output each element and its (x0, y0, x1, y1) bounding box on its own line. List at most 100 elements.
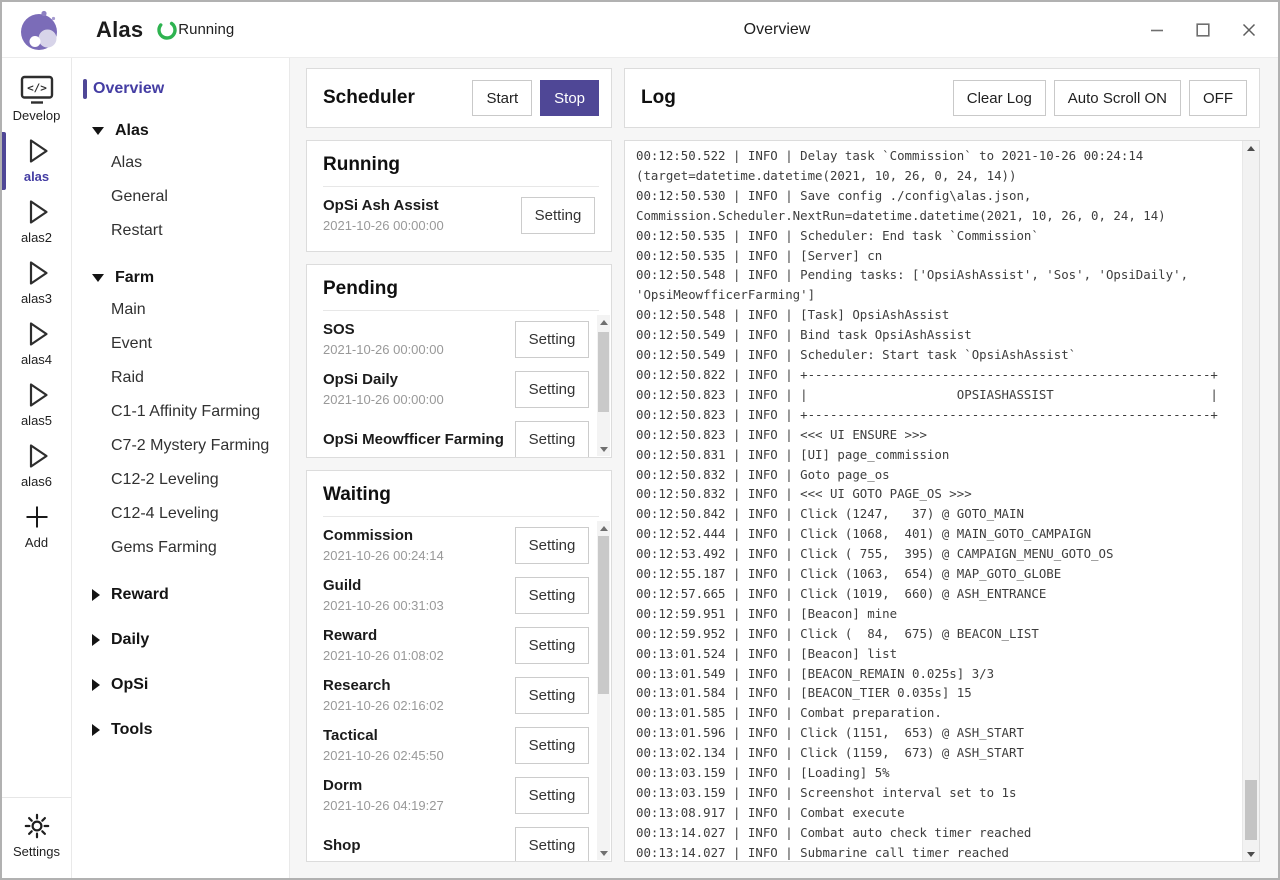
setting-button[interactable]: Setting (521, 197, 595, 234)
nav-group-daily[interactable]: Daily (72, 625, 289, 655)
log-scrollbar[interactable] (1242, 141, 1259, 861)
auto-scroll-off-button[interactable]: OFF (1189, 80, 1247, 116)
clear-log-button[interactable]: Clear Log (953, 80, 1046, 116)
sidebar-item-alas[interactable]: alas (2, 132, 71, 190)
setting-button[interactable]: Setting (515, 677, 589, 714)
play-icon (22, 197, 52, 227)
content: Scheduler Start Stop Running OpSi Ash As… (290, 58, 1278, 878)
sidebar-item-label: alas (24, 169, 49, 184)
task-name: SOS (323, 319, 515, 340)
task-time: 2021-10-26 00:00:00 (323, 390, 515, 410)
log-line: 00:12:50.549 | INFO | Scheduler: Start t… (636, 345, 1240, 365)
nav-item-event[interactable]: Event (72, 327, 289, 361)
nav-item-restart[interactable]: Restart (72, 214, 289, 248)
nav-group-opsi[interactable]: OpSi (72, 670, 289, 700)
nav-group-label: Tools (111, 721, 152, 739)
chevron-right-icon (92, 724, 100, 736)
scroll-up-icon[interactable] (597, 521, 610, 535)
close-button[interactable] (1226, 2, 1272, 57)
play-icon (22, 258, 52, 288)
nav-group-reward[interactable]: Reward (72, 580, 289, 610)
nav-group-tools[interactable]: Tools (72, 715, 289, 745)
log-line: 00:13:01.549 | INFO | [BEACON_REMAIN 0.0… (636, 664, 1240, 684)
scrollbar-thumb[interactable] (598, 536, 609, 694)
sidebar-item-alas6[interactable]: alas6 (2, 437, 71, 495)
log-line: 00:12:50.832 | INFO | <<< UI GOTO PAGE_O… (636, 484, 1240, 504)
scheduler-status: Running (156, 19, 234, 41)
plus-icon (23, 502, 51, 532)
nav-group-farm[interactable]: Farm (72, 263, 289, 293)
scrollbar-thumb[interactable] (598, 332, 609, 412)
sidebar-item-alas2[interactable]: alas2 (2, 193, 71, 251)
scroll-down-icon[interactable] (597, 846, 610, 860)
scrollbar-thumb[interactable] (1245, 780, 1257, 840)
sidebar-item-alas4[interactable]: alas4 (2, 315, 71, 373)
setting-button[interactable]: Setting (515, 577, 589, 614)
nav-item-alas[interactable]: Alas (72, 146, 289, 180)
maximize-button[interactable] (1180, 2, 1226, 57)
task-row: OpSi Ash Assist2021-10-26 00:00:00Settin… (307, 187, 611, 244)
stop-button[interactable]: Stop (540, 80, 599, 116)
setting-button[interactable]: Setting (515, 827, 589, 862)
log-line: 00:12:50.535 | INFO | Scheduler: End tas… (636, 226, 1240, 246)
task-name: Commission (323, 525, 515, 546)
sidebar-item-add[interactable]: Add (2, 498, 71, 556)
task-time: 2021-10-26 02:45:50 (323, 746, 515, 766)
log-area: 00:12:50.522 | INFO | Delay task `Commis… (624, 140, 1260, 862)
setting-button[interactable]: Setting (515, 321, 589, 358)
scroll-down-icon[interactable] (597, 442, 610, 456)
log-line: 00:12:50.832 | INFO | Goto page_os (636, 465, 1240, 485)
nav-group-label: OpSi (111, 676, 148, 694)
setting-button[interactable]: Setting (515, 727, 589, 764)
nav-item-raid[interactable]: Raid (72, 361, 289, 395)
log-line: 'OpsiMeowfficerFarming'] (636, 285, 1240, 305)
window-controls (1134, 2, 1272, 57)
titlebar: Alas Running Overview (2, 2, 1278, 58)
setting-button[interactable]: Setting (515, 627, 589, 664)
sidebar-item-alas3[interactable]: alas3 (2, 254, 71, 312)
sidebar-item-label: alas5 (21, 413, 52, 428)
sidebar-item-develop[interactable]: </>Develop (2, 71, 71, 129)
log-line: 00:13:02.134 | INFO | Click (1159, 673) … (636, 743, 1240, 763)
sidebar-item-settings[interactable]: Settings (2, 807, 71, 865)
log-title: Log (641, 87, 953, 109)
nav-item-c1-1-affinity-farming[interactable]: C1-1 Affinity Farming (72, 395, 289, 429)
task-name: Reward (323, 625, 515, 646)
nav-item-main[interactable]: Main (72, 293, 289, 327)
task-row: OpSi Meowfficer FarmingSetting (307, 414, 595, 457)
setting-button[interactable]: Setting (515, 421, 589, 458)
setting-button[interactable]: Setting (515, 777, 589, 814)
sidebar-item-label: alas6 (21, 474, 52, 489)
task-info: OpSi Daily2021-10-26 00:00:00 (323, 369, 515, 410)
setting-button[interactable]: Setting (515, 527, 589, 564)
log-line: 00:13:01.585 | INFO | Combat preparation… (636, 703, 1240, 723)
profile-list: </>Develop alas alas2 alas3alas4 alas5 alas6 A… (2, 71, 71, 559)
scroll-down-icon[interactable] (1243, 847, 1259, 861)
task-info: Research2021-10-26 02:16:02 (323, 675, 515, 716)
window-title: Overview (744, 21, 811, 39)
task-name: OpSi Meowfficer Farming (323, 429, 515, 450)
log-output[interactable]: 00:12:50.522 | INFO | Delay task `Commis… (625, 141, 1242, 861)
minimize-button[interactable] (1134, 2, 1180, 57)
nav-item-c12-4-leveling[interactable]: C12-4 Leveling (72, 497, 289, 531)
scroll-up-icon[interactable] (1243, 141, 1259, 155)
nav-item-gems-farming[interactable]: Gems Farming (72, 531, 289, 565)
nav-item-c7-2-mystery-farming[interactable]: C7-2 Mystery Farming (72, 429, 289, 463)
play-icon (22, 319, 52, 349)
auto-scroll-on-button[interactable]: Auto Scroll ON (1054, 80, 1181, 116)
sidebar-item-label: alas2 (21, 230, 52, 245)
nav-group-alas[interactable]: Alas (72, 116, 289, 146)
log-line: 00:12:50.549 | INFO | Bind task OpsiAshA… (636, 325, 1240, 345)
sidebar-item-alas5[interactable]: alas5 (2, 376, 71, 434)
log-line: Commission.Scheduler.NextRun=datetime.da… (636, 206, 1240, 226)
scroll-up-icon[interactable] (597, 315, 610, 329)
pending-scrollbar[interactable] (597, 315, 610, 456)
start-button[interactable]: Start (472, 80, 532, 116)
nav-item-general[interactable]: General (72, 180, 289, 214)
nav-item-c12-2-leveling[interactable]: C12-2 Leveling (72, 463, 289, 497)
setting-button[interactable]: Setting (515, 371, 589, 408)
status-label: Running (178, 21, 234, 38)
pending-scroll: SOS2021-10-26 00:00:00SettingOpSi Daily2… (307, 311, 611, 457)
waiting-scrollbar[interactable] (597, 521, 610, 860)
nav-item-overview[interactable]: Overview (72, 77, 289, 101)
